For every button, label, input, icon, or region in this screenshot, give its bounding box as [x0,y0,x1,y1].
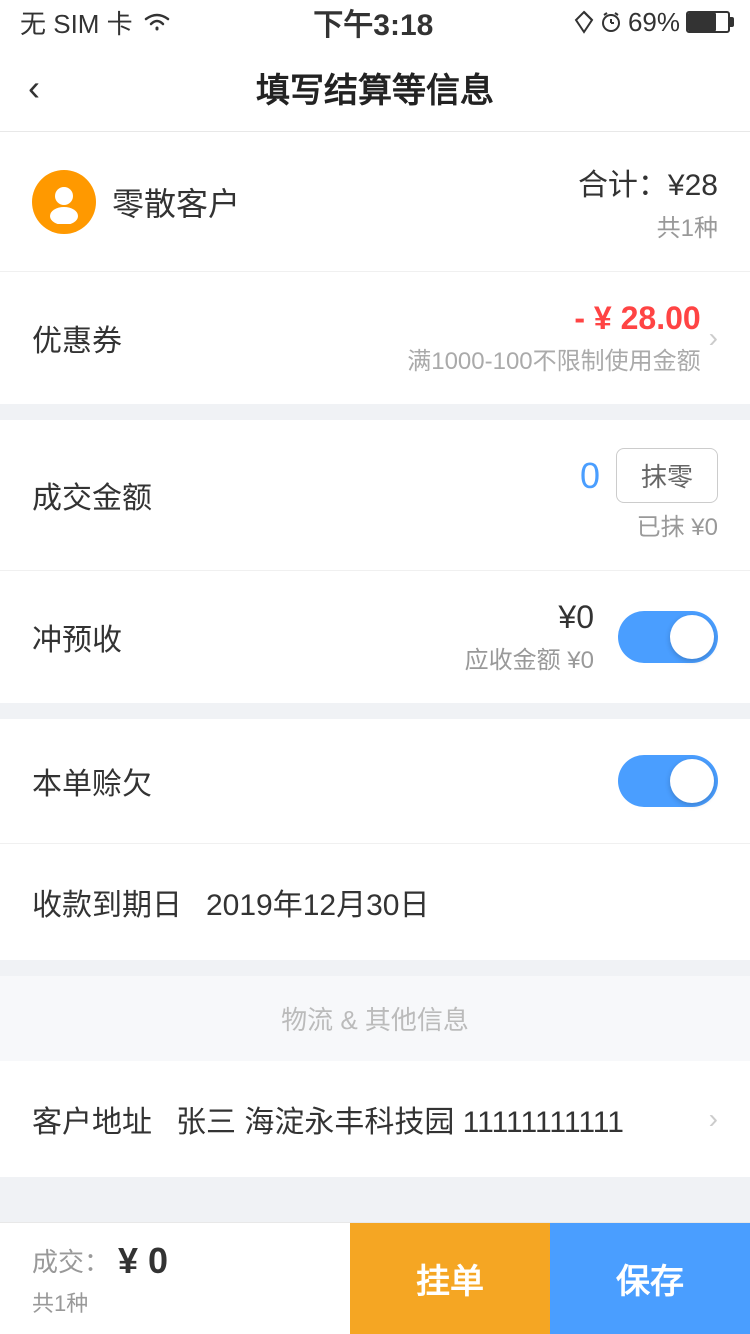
debt-row: 本单赊欠 [0,719,750,844]
debt-toggle[interactable] [618,755,718,807]
status-left: 无 SIM 卡 [20,4,173,41]
avatar-icon [42,180,86,224]
save-button[interactable]: 保存 [550,1223,750,1334]
bottom-bar: 成交： ¥ 0 共1种 挂单 保存 [0,1222,750,1334]
debt-card: 本单赊欠 收款到期日 2019年12月30日 [0,719,750,960]
prepay-amount: ¥0 [465,599,594,636]
prepay-toggle[interactable] [618,611,718,663]
logistics-title: 物流 & 其他信息 [281,1005,469,1035]
coupon-value: - ¥ 28.00 满1000-100不限制使用金额 [407,300,700,376]
alarm-icon [600,11,622,33]
prepay-label: 冲预收 [32,615,122,659]
status-right: 69% [574,7,730,38]
hang-button[interactable]: 挂单 [350,1223,550,1334]
customer-avatar [32,170,96,234]
status-bar: 无 SIM 卡 下午3:18 69% [0,0,750,44]
transaction-label: 成交金额 [32,473,152,517]
prepay-amount-col: ¥0 应收金额 ¥0 [465,599,594,675]
coupon-chevron-icon: › [709,322,718,354]
coupon-amount: - ¥ 28.00 [407,300,700,337]
location-icon [574,10,594,34]
debt-label: 本单赊欠 [32,759,152,803]
logistics-card: 物流 & 其他信息 客户地址 张三 海淀永丰科技园 11111111111 › [0,976,750,1177]
page-title: 填写结算等信息 [256,63,494,112]
bottom-count: 共1种 [32,1286,318,1318]
prepay-row: 冲预收 ¥0 应收金额 ¥0 [0,571,750,703]
customer-name: 零散客户 [112,179,240,225]
coupon-label: 优惠券 [32,316,122,360]
wifi-icon [141,11,173,33]
bottom-transaction: 成交： ¥ 0 [32,1240,318,1282]
battery-icon [686,11,730,33]
bottom-summary: 成交： ¥ 0 共1种 [0,1240,350,1318]
transaction-card: 成交金额 0 抹零 已抹 ¥0 冲预收 ¥0 应收金额 ¥0 [0,420,750,703]
nav-bar: ‹ 填写结算等信息 [0,44,750,132]
customer-row: 零散客户 合计：¥28 共1种 [0,132,750,271]
address-row[interactable]: 客户地址 张三 海淀永丰科技园 11111111111 › [0,1061,750,1177]
transaction-row: 成交金额 0 抹零 已抹 ¥0 [0,420,750,571]
back-button[interactable]: ‹ [28,67,40,109]
bottom-transaction-label: 成交： [32,1242,110,1279]
coupon-row[interactable]: 优惠券 - ¥ 28.00 满1000-100不限制使用金额 › [0,271,750,404]
round-zero-button[interactable]: 抹零 [616,448,718,503]
coupon-desc: 满1000-100不限制使用金额 [407,341,700,376]
battery-percent: 69% [628,7,680,38]
due-date-value: 2019年12月30日 [206,880,429,924]
due-date-label: 收款到期日 [32,880,182,924]
no-sim-text: 无 SIM 卡 [20,4,133,41]
transaction-right: 0 抹零 已抹 ¥0 [540,448,718,542]
address-chevron-icon: › [709,1103,718,1135]
customer-card: 零散客户 合计：¥28 共1种 优惠券 - ¥ 28.00 满1000-100不… [0,132,750,404]
coupon-right: - ¥ 28.00 满1000-100不限制使用金额 › [407,300,718,376]
transaction-value[interactable]: 0 [540,455,600,497]
address-label: 客户地址 [32,1097,152,1141]
customer-left: 零散客户 [32,170,240,234]
due-date-row: 收款到期日 2019年12月30日 [0,844,750,960]
address-value: 张三 海淀永丰科技园 11111111111 [176,1097,709,1141]
transaction-sub: 已抹 ¥0 [637,507,718,542]
customer-count: 共1种 [578,208,718,243]
prepay-sub: 应收金额 ¥0 [465,640,594,675]
status-time: 下午3:18 [313,0,433,44]
content: 零散客户 合计：¥28 共1种 优惠券 - ¥ 28.00 满1000-100不… [0,132,750,1313]
customer-right: 合计：¥28 共1种 [578,160,718,243]
customer-total: 合计：¥28 [578,160,718,204]
logistics-section: 物流 & 其他信息 [0,976,750,1061]
prepay-right: ¥0 应收金额 ¥0 [465,599,718,675]
transaction-value-row: 0 抹零 [540,448,718,503]
bottom-transaction-amount: ¥ 0 [118,1240,168,1282]
